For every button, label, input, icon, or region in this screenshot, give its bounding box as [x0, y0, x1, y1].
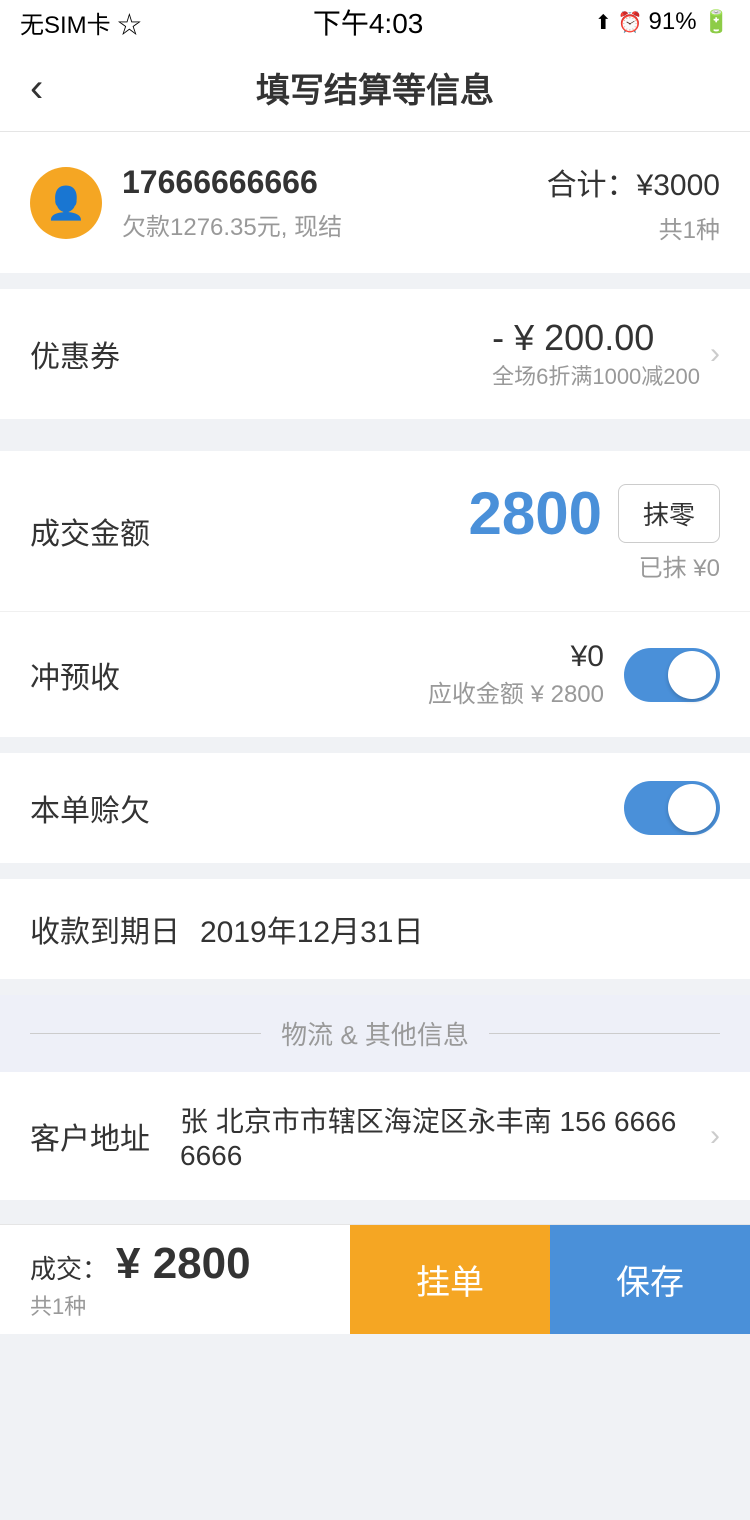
logistics-line-left — [30, 1033, 261, 1034]
nav-bar: ‹ 填写结算等信息 — [0, 44, 750, 132]
logistics-title: 物流 & 其他信息 — [281, 1015, 469, 1052]
section-gap-3 — [0, 979, 750, 995]
total-amount: 合计：¥3000 — [547, 160, 720, 204]
deal-amount-right: 2800 抹零 已抹 ¥0 — [469, 479, 721, 583]
customer-info: 17666666666 欠款1276.35元, 现结 — [122, 164, 342, 242]
total-count: 共1种 — [547, 210, 720, 245]
deal-amount-label: 成交金额 — [30, 509, 150, 553]
address-arrow-icon: › — [710, 1119, 720, 1153]
battery-icon: 🔋 — [703, 9, 730, 35]
no-sim-label: 无SIM卡 ☆ — [20, 5, 141, 40]
bottom-bar: 成交： ¥ 2800 共1种 挂单 保存 — [0, 1224, 750, 1334]
deal-amount-row: 成交金额 2800 抹零 已抹 ¥0 — [0, 451, 750, 612]
bottom-info: 成交： ¥ 2800 共1种 — [0, 1225, 350, 1334]
bottom-deal-line: 成交： ¥ 2800 — [30, 1239, 320, 1289]
prepay-right: ¥0 应收金额 ¥ 2800 — [428, 640, 720, 709]
coupon-row[interactable]: 优惠券 - ¥ 200.00 全场6折满1000减200 › — [0, 289, 750, 419]
location-icon: ⬆ — [595, 10, 612, 35]
customer-phone: 17666666666 — [122, 164, 342, 201]
deal-amount-value: 2800 — [469, 479, 602, 548]
bottom-count: 共1种 — [30, 1289, 320, 1321]
bad-debt-row: 本单赊欠 — [0, 753, 750, 863]
customer-right: 合计：¥3000 共1种 — [547, 160, 720, 245]
bottom-deal-amount: ¥ 2800 — [116, 1239, 251, 1289]
round-zero-button[interactable]: 抹零 — [618, 484, 720, 543]
bad-debt-toggle[interactable] — [624, 781, 720, 835]
address-row[interactable]: 客户地址 张 北京市市辖区海淀区永丰南 156 6666 6666 › — [0, 1072, 750, 1200]
status-bar-time: 下午4:03 — [313, 2, 424, 42]
alarm-icon: ⏰ — [618, 10, 643, 35]
customer-sub-text: 欠款1276.35元, 现结 — [122, 207, 342, 242]
toggle-knob — [668, 651, 716, 699]
prepay-sub-text: 应收金额 ¥ 2800 — [428, 674, 604, 709]
address-value: 张 北京市市辖区海淀区永丰南 156 6666 6666 — [180, 1100, 700, 1172]
save-button[interactable]: 保存 — [550, 1225, 750, 1334]
status-bar: 无SIM卡 ☆ 下午4:03 ⬆ ⏰ 91% 🔋 — [0, 0, 750, 44]
prepay-label: 冲预收 — [30, 653, 120, 697]
section-gap-2 — [0, 863, 750, 879]
deal-amount-section: 成交金额 2800 抹零 已抹 ¥0 冲预收 ¥0 应收金额 ¥ 2800 — [0, 451, 750, 737]
status-bar-left: 无SIM卡 ☆ — [20, 5, 141, 40]
customer-left: 👤 17666666666 欠款1276.35元, 现结 — [30, 164, 342, 242]
coupon-sub-text: 全场6折满1000减200 — [492, 359, 700, 391]
due-date-label: 收款到期日 — [30, 907, 180, 951]
address-label: 客户地址 — [30, 1114, 150, 1158]
prepay-toggle[interactable] — [624, 648, 720, 702]
deal-amount-value-area: 2800 抹零 — [469, 479, 721, 548]
coupon-discount: - ¥ 200.00 — [492, 317, 700, 359]
deal-amount-sub: 已抹 ¥0 — [469, 548, 721, 583]
back-button[interactable]: ‹ — [30, 68, 43, 108]
prepay-amount: ¥0 — [428, 640, 604, 674]
hang-order-button[interactable]: 挂单 — [350, 1225, 550, 1334]
coupon-label: 优惠券 — [30, 332, 120, 376]
prepay-amount-area: ¥0 应收金额 ¥ 2800 — [428, 640, 604, 709]
hang-order-label: 挂单 — [416, 1255, 484, 1304]
bad-debt-toggle-knob — [668, 784, 716, 832]
coupon-right: - ¥ 200.00 全场6折满1000减200 › — [492, 317, 720, 391]
prepay-row: 冲预收 ¥0 应收金额 ¥ 2800 — [0, 612, 750, 737]
due-date-row: 收款到期日 2019年12月31日 — [0, 879, 750, 979]
bottom-deal-label: 成交： — [30, 1249, 108, 1286]
coupon-arrow-icon: › — [710, 337, 720, 371]
section-divider-1 — [0, 435, 750, 451]
avatar-icon: 👤 — [46, 184, 86, 222]
due-date-value: 2019年12月31日 — [200, 907, 423, 951]
customer-card: 👤 17666666666 欠款1276.35元, 现结 合计：¥3000 共1… — [0, 132, 750, 273]
save-label: 保存 — [616, 1255, 684, 1304]
section-gap-1 — [0, 737, 750, 753]
logistics-line-right — [489, 1033, 720, 1034]
status-bar-right: ⬆ ⏰ 91% 🔋 — [595, 8, 730, 36]
page-title: 填写结算等信息 — [256, 63, 494, 112]
logistics-header: 物流 & 其他信息 — [0, 995, 750, 1072]
avatar: 👤 — [30, 167, 102, 239]
battery-label: 91% — [649, 8, 697, 36]
bad-debt-label: 本单赊欠 — [30, 786, 150, 830]
coupon-info: - ¥ 200.00 全场6折满1000减200 — [492, 317, 700, 391]
